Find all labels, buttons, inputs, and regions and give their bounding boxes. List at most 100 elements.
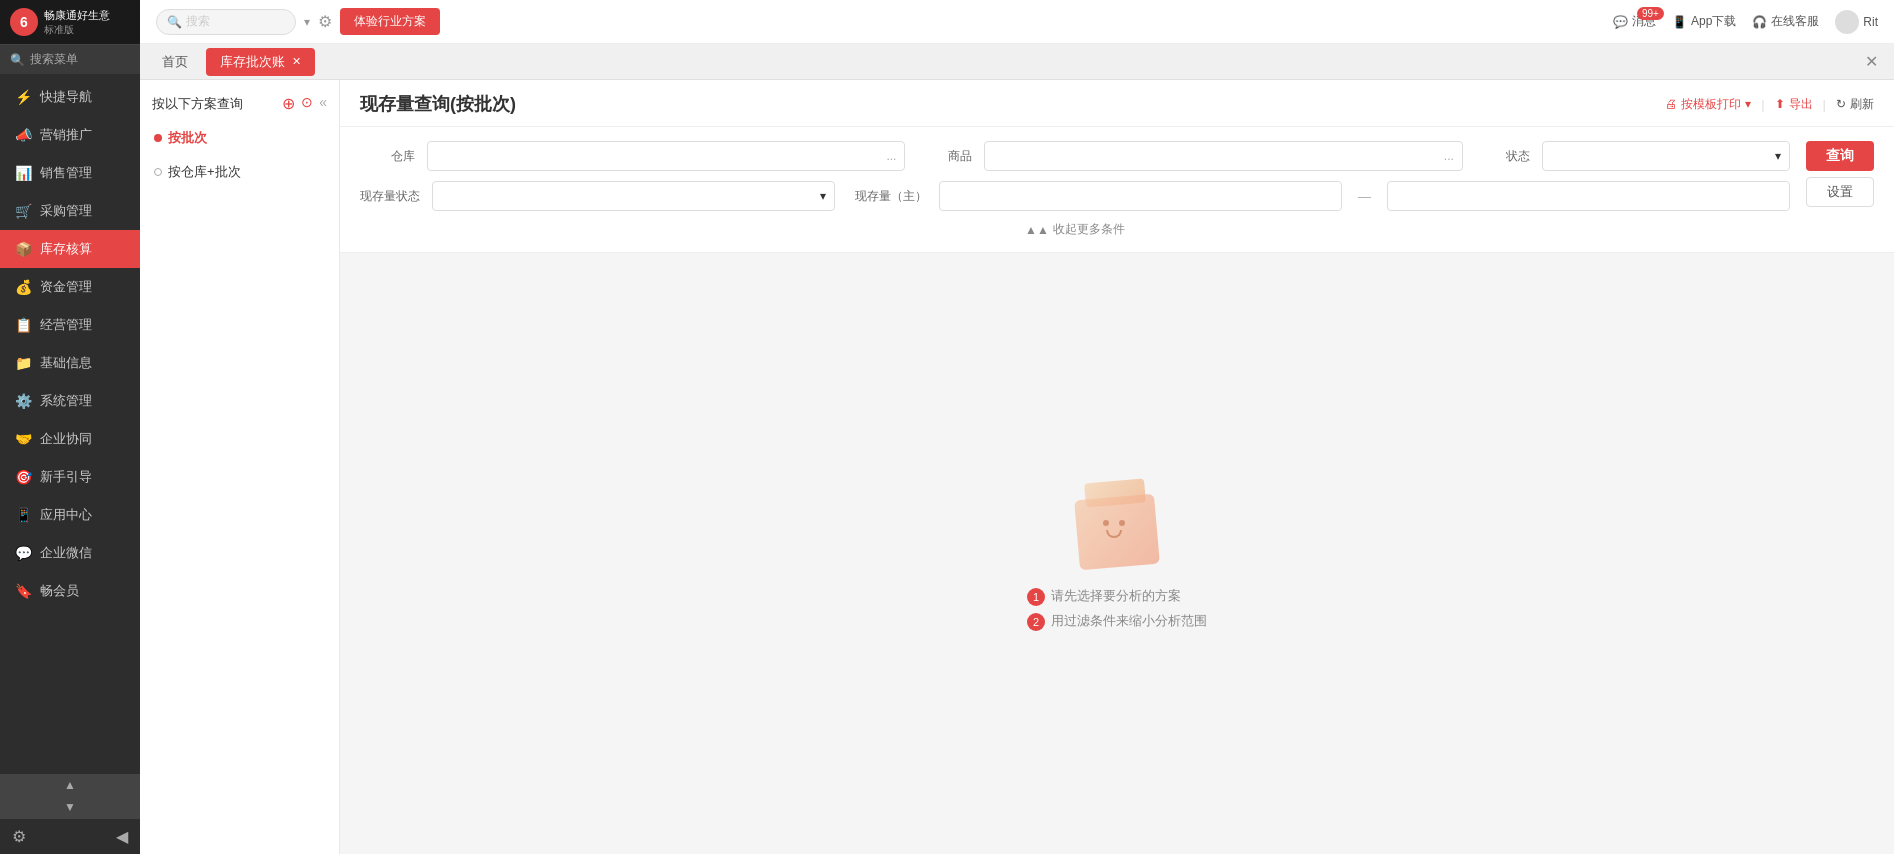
empty-hints: 1 请先选择要分析的方案 2 用过滤条件来缩小分析范围 [1027, 587, 1207, 631]
warehouse-filter-input[interactable]: ... [427, 141, 905, 171]
sidebar-item-system[interactable]: ⚙️ 系统管理 [0, 382, 140, 420]
export-label: 导出 [1789, 96, 1813, 113]
experience-industry-button[interactable]: 体验行业方案 [340, 8, 440, 35]
topbar-right: 💬 消息 99+ 📱 App下载 🎧 在线客服 Rit [1613, 10, 1878, 34]
app-download-btn[interactable]: 📱 App下载 [1672, 13, 1736, 30]
tab-panel-close-btn[interactable]: ✕ [1857, 52, 1886, 71]
messages-badge: 99+ [1637, 7, 1664, 20]
print-template-btn[interactable]: 🖨 按模板打印 ▾ [1665, 96, 1751, 113]
tab-batch-ledger[interactable]: 库存批次账 ✕ [206, 48, 315, 76]
brand-info: 畅康通好生意 标准版 [44, 8, 110, 35]
filter-collapse-btn[interactable]: ▲▲ 收起更多条件 [360, 221, 1790, 238]
goods-more-icon[interactable]: ... [1444, 149, 1454, 163]
page-title-bar: 现存量查询(按批次) 🖨 按模板打印 ▾ | ⬆ 导出 | ↻ [340, 80, 1894, 127]
goods-filter-label: 商品 [917, 148, 972, 165]
sidebar-item-label: 快捷导航 [40, 88, 92, 106]
sidebar-scroll-down[interactable]: ▼ [0, 796, 140, 818]
tab-home[interactable]: 首页 [148, 48, 202, 76]
empty-face [1089, 509, 1139, 549]
main-area: 🔍 搜索 ▾ ⚙ 体验行业方案 💬 消息 99+ 📱 App下载 🎧 在线客服 [140, 0, 1894, 854]
collapse-sidebar-icon[interactable]: ◀ [116, 827, 128, 846]
export-btn[interactable]: ⬆ 导出 [1775, 96, 1813, 113]
sidebar-scroll-up[interactable]: ▲ [0, 774, 140, 796]
user-avatar-btn[interactable]: Rit [1835, 10, 1878, 34]
sidebar-item-quick-nav[interactable]: ⚡ 快捷导航 [0, 78, 140, 116]
goods-filter-input[interactable]: ... [984, 141, 1462, 171]
sidebar-item-vip[interactable]: 🔖 畅会员 [0, 572, 140, 610]
sidebar-item-sales[interactable]: 📊 销售管理 [0, 154, 140, 192]
status-filter-label: 状态 [1475, 148, 1530, 165]
app-download-label: App下载 [1691, 13, 1736, 30]
search-menu-label: 搜索菜单 [30, 51, 78, 68]
inventory-icon: 📦 [14, 240, 32, 258]
filter-row-1: 仓库 ... 商品 ... 状态 [360, 141, 1790, 171]
panel-item-by-warehouse-batch[interactable]: 按仓库+批次 [140, 155, 339, 189]
tab-batch-ledger-label: 库存批次账 [220, 53, 285, 71]
filter-area: 仓库 ... 商品 ... 状态 [340, 127, 1894, 253]
sidebar-item-enterprise[interactable]: 🤝 企业协同 [0, 420, 140, 458]
empty-hint-2: 2 用过滤条件来缩小分析范围 [1027, 612, 1207, 631]
right-content: 现存量查询(按批次) 🖨 按模板打印 ▾ | ⬆ 导出 | ↻ [340, 80, 1894, 854]
tab-close-icon[interactable]: ✕ [292, 55, 301, 68]
inventory-status-select[interactable]: ▾ [432, 181, 835, 211]
sidebar-item-label: 系统管理 [40, 392, 92, 410]
print-chevron-icon: ▾ [1745, 97, 1751, 111]
sidebar-item-finance[interactable]: 💰 资金管理 [0, 268, 140, 306]
range-separator: — [1354, 189, 1375, 204]
topbar-left: 🔍 搜索 ▾ ⚙ 体验行业方案 [156, 8, 1603, 35]
topbar-gear-icon[interactable]: ⚙ [318, 12, 332, 31]
sidebar: 6 畅康通好生意 标准版 🔍 搜索菜单 ⚡ 快捷导航 📣 营销推广 📊 销售管理… [0, 0, 140, 854]
topbar-search-text: 搜索 [186, 13, 210, 30]
refresh-btn[interactable]: ↻ 刷新 [1836, 96, 1874, 113]
avatar [1835, 10, 1859, 34]
panel-item-label: 按批次 [168, 129, 207, 147]
settings-button[interactable]: 设置 [1806, 177, 1874, 207]
sidebar-item-marketing[interactable]: 📣 营销推广 [0, 116, 140, 154]
search-menu[interactable]: 🔍 搜索菜单 [0, 45, 140, 74]
hint-num-2: 2 [1027, 613, 1045, 631]
operations-icon: 📋 [14, 316, 32, 334]
app-center-icon: 📱 [14, 506, 32, 524]
sidebar-item-purchase[interactable]: 🛒 采购管理 [0, 192, 140, 230]
sidebar-item-app-center[interactable]: 📱 应用中心 [0, 496, 140, 534]
panel-collapse-icon[interactable]: « [319, 94, 327, 113]
query-button[interactable]: 查询 [1806, 141, 1874, 171]
status-filter-select[interactable]: ▾ [1542, 141, 1790, 171]
enterprise-wx-icon: 💬 [14, 544, 32, 562]
inventory-qty-max-input[interactable] [1387, 181, 1790, 211]
online-service-label: 在线客服 [1771, 13, 1819, 30]
panel-item-by-batch[interactable]: 按批次 [140, 121, 339, 155]
messages-btn[interactable]: 💬 消息 99+ [1613, 13, 1656, 30]
tab-home-label: 首页 [162, 53, 188, 71]
online-service-btn[interactable]: 🎧 在线客服 [1752, 13, 1819, 30]
sidebar-menu: ⚡ 快捷导航 📣 营销推广 📊 销售管理 🛒 采购管理 📦 库存核算 💰 资金管… [0, 74, 140, 774]
tabbar: 首页 库存批次账 ✕ ✕ [140, 44, 1894, 80]
settings-icon[interactable]: ⚙ [12, 827, 26, 846]
sidebar-item-operations[interactable]: 📋 经营管理 [0, 306, 140, 344]
marketing-icon: 📣 [14, 126, 32, 144]
sidebar-item-label: 应用中心 [40, 506, 92, 524]
warehouse-more-icon[interactable]: ... [886, 149, 896, 163]
panel-settings-icon[interactable]: ⊙ [301, 94, 313, 113]
brand-name: 畅康通好生意 [44, 8, 110, 22]
collapse-text: 收起更多条件 [1053, 221, 1125, 238]
search-icon: 🔍 [10, 53, 25, 67]
inventory-qty-min-input[interactable] [939, 181, 1342, 211]
export-icon: ⬆ [1775, 97, 1785, 111]
sidebar-item-enterprise-wx[interactable]: 💬 企业微信 [0, 534, 140, 572]
sidebar-item-label: 畅会员 [40, 582, 79, 600]
refresh-icon: ↻ [1836, 97, 1846, 111]
quick-nav-icon: ⚡ [14, 88, 32, 106]
print-template-label: 按模板打印 [1681, 96, 1741, 113]
sidebar-item-label: 经营管理 [40, 316, 92, 334]
sidebar-item-basic[interactable]: 📁 基础信息 [0, 344, 140, 382]
panel-item-label: 按仓库+批次 [168, 163, 241, 181]
global-search[interactable]: 🔍 搜索 [156, 9, 296, 35]
topbar-search-icon: 🔍 [167, 15, 182, 29]
sidebar-item-inventory[interactable]: 📦 库存核算 [0, 230, 140, 268]
panel-add-icon[interactable]: ⊕ [282, 94, 295, 113]
empty-illustration [1067, 477, 1167, 567]
purchase-icon: 🛒 [14, 202, 32, 220]
topbar-chevron-icon[interactable]: ▾ [304, 15, 310, 29]
sidebar-item-newbie[interactable]: 🎯 新手引导 [0, 458, 140, 496]
